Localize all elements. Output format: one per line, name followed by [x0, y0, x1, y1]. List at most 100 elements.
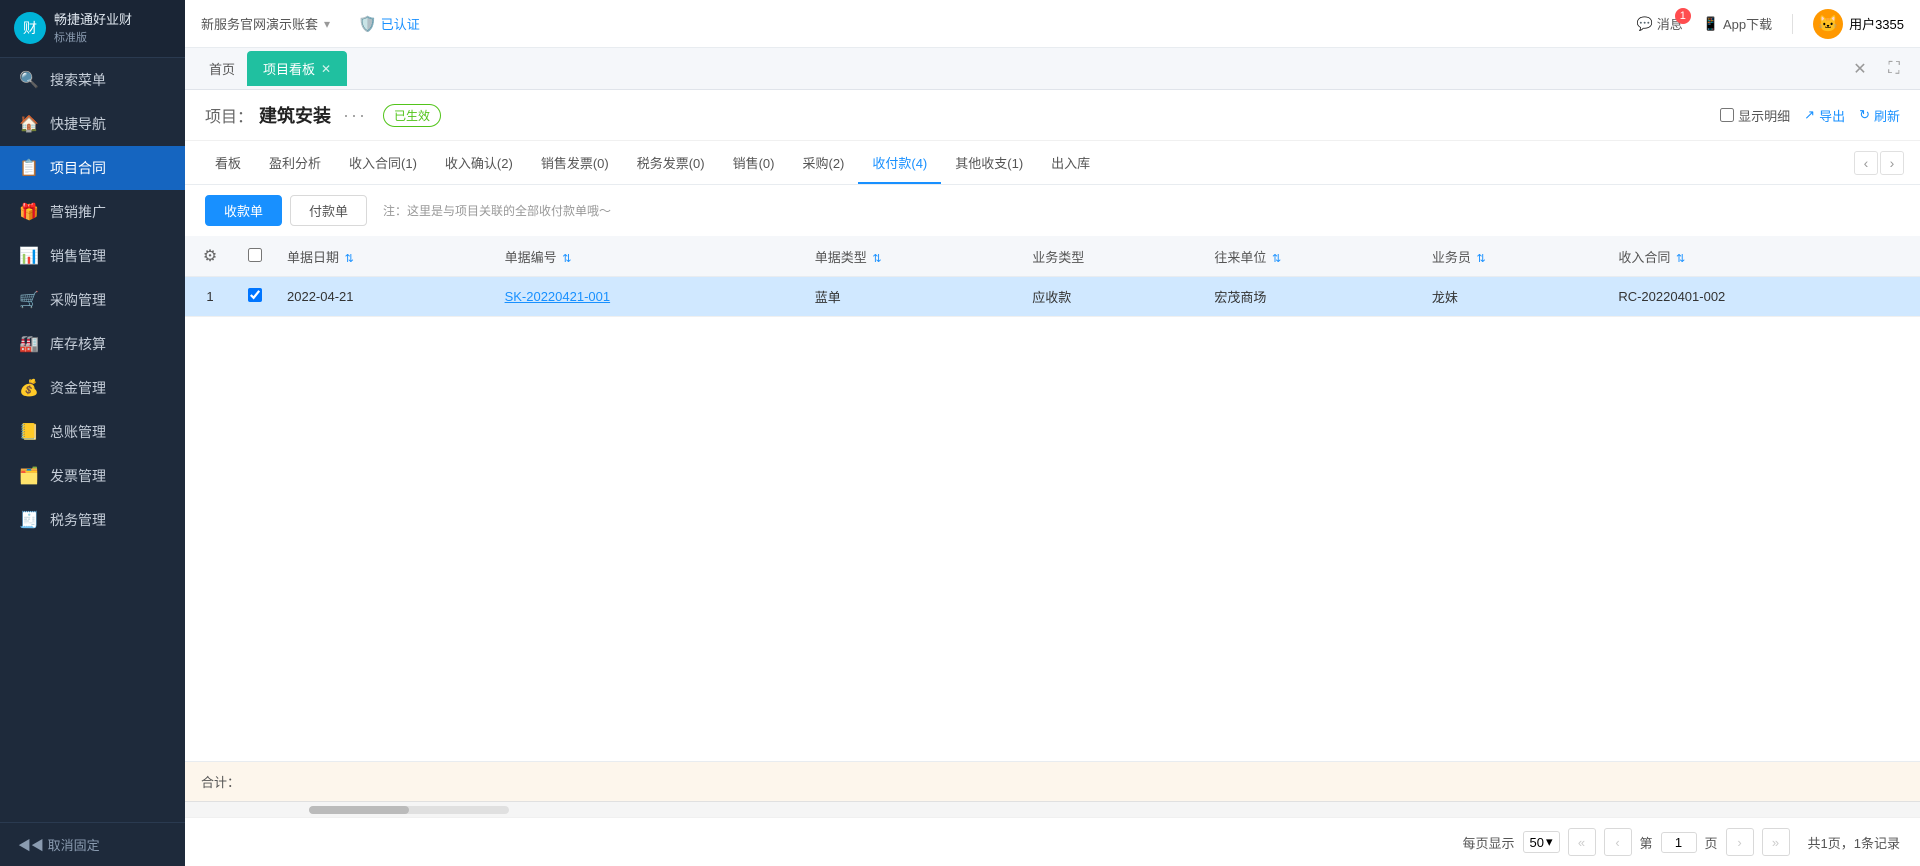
first-page-button[interactable]: « — [1568, 828, 1596, 856]
settings-icon[interactable]: ⚙ — [203, 248, 217, 265]
nav-next-arrow[interactable]: › — [1880, 151, 1904, 175]
tab-project-board[interactable]: 项目看板 ✕ — [247, 51, 347, 86]
col-number[interactable]: 单据编号 ⇅ — [493, 236, 803, 277]
page-size-chevron: ▾ — [1546, 834, 1553, 850]
tab-other-expense[interactable]: 其他收支(1) — [941, 143, 1037, 184]
col-type[interactable]: 单据类型 ⇅ — [803, 236, 1021, 277]
sub-tab-bar: 收款单 付款单 注：这里是与项目关联的全部收付款单哦～ — [185, 185, 1920, 236]
nav-prev-arrow[interactable]: ‹ — [1854, 151, 1878, 175]
show-detail-checkbox-label[interactable]: 显示明细 — [1720, 106, 1790, 125]
show-detail-checkbox[interactable] — [1720, 108, 1734, 122]
horizontal-scrollbar-thumb[interactable] — [309, 806, 409, 814]
sort-income-contract-icon: ⇅ — [1676, 253, 1685, 265]
col-partner-label: 往来单位 — [1214, 250, 1266, 265]
receipt-tab-button[interactable]: 收款单 — [205, 195, 282, 226]
sidebar-item-ledger[interactable]: 📒 总账管理 — [0, 410, 185, 454]
sidebar-item-inventory[interactable]: 🏭 库存核算 — [0, 322, 185, 366]
user-avatar: 🐱 — [1813, 9, 1843, 39]
row-number-link[interactable]: SK-20220421-001 — [505, 289, 611, 304]
payment-tab-button[interactable]: 付款单 — [290, 195, 367, 226]
row-number: 1 — [206, 289, 213, 304]
nav-arrows: ‹ › — [1854, 151, 1904, 175]
sidebar-item-label-purchase: 采购管理 — [50, 290, 106, 310]
tab-home-label: 首页 — [209, 62, 235, 77]
tab-inout[interactable]: 出入库 — [1037, 143, 1104, 184]
tab-home[interactable]: 首页 — [197, 51, 247, 86]
export-button[interactable]: ↗ 导出 — [1804, 106, 1845, 125]
tab-sales[interactable]: 销售(0) — [719, 143, 789, 184]
col-income-contract[interactable]: 收入合同 ⇅ — [1606, 236, 1920, 277]
app-download-button[interactable]: 📱 App下载 — [1703, 14, 1772, 33]
tab-purchase-label: 采购(2) — [802, 156, 844, 171]
tab-close-icon[interactable]: ✕ — [321, 62, 331, 76]
sidebar-item-label-project: 项目合同 — [50, 158, 106, 178]
receipts-table: ⚙ 单据日期 ⇅ 单据编号 ⇅ — [185, 236, 1920, 317]
tab-profit-label: 盈利分析 — [269, 156, 321, 171]
row-date: 2022-04-21 — [287, 289, 354, 304]
col-settings: ⚙ — [185, 236, 235, 277]
mobile-icon: 📱 — [1703, 16, 1719, 32]
tab-kanban[interactable]: 看板 — [201, 143, 255, 184]
cell-partner: 宏茂商场 — [1202, 277, 1420, 317]
tab-sales-invoice[interactable]: 销售发票(0) — [527, 143, 623, 184]
sales-icon: 📊 — [18, 245, 40, 267]
sidebar-item-label-search: 搜索菜单 — [50, 70, 106, 90]
sidebar-item-project[interactable]: 📋 项目合同 — [0, 146, 185, 190]
message-button[interactable]: 💬 消息 1 — [1637, 14, 1683, 33]
table-row[interactable]: 1 2022-04-21 SK-20220421-001 蓝单 — [185, 277, 1920, 317]
page-more-icon[interactable]: ··· — [343, 105, 367, 126]
tab-receipt-label: 收付款(4) — [872, 156, 927, 171]
sort-partner-icon: ⇅ — [1272, 253, 1281, 265]
user-area[interactable]: 🐱 用户3355 — [1813, 9, 1904, 39]
sidebar-unpin-button[interactable]: ◀◀ 取消固定 — [0, 822, 185, 866]
content-area: 首页 项目看板 ✕ ✕ ⛶ 项目： 建筑安装 ··· 已生效 显示明细 — [185, 48, 1920, 866]
app-download-label: App下载 — [1723, 14, 1772, 33]
sidebar-item-search[interactable]: 🔍 搜索菜单 — [0, 58, 185, 102]
row-checkbox[interactable] — [248, 288, 262, 302]
sidebar-item-label-quicknav: 快捷导航 — [50, 114, 106, 134]
tab-purchase[interactable]: 采购(2) — [788, 143, 858, 184]
last-page-button[interactable]: » — [1762, 828, 1790, 856]
tab-profit[interactable]: 盈利分析 — [255, 143, 335, 184]
sidebar-item-tax[interactable]: 🧾 税务管理 — [0, 498, 185, 542]
tab-income-confirm[interactable]: 收入确认(2) — [431, 143, 527, 184]
page-number-input[interactable] — [1661, 832, 1697, 853]
last-page-icon: » — [1772, 835, 1779, 850]
col-partner[interactable]: 往来单位 ⇅ — [1202, 236, 1420, 277]
tab-income-contract[interactable]: 收入合同(1) — [335, 143, 431, 184]
table-body: 1 2022-04-21 SK-20220421-001 蓝单 — [185, 277, 1920, 317]
page-word: 第 — [1640, 833, 1653, 852]
shield-icon: 🛡️ — [358, 15, 377, 33]
next-page-button[interactable]: › — [1726, 828, 1754, 856]
sidebar-item-purchase[interactable]: 🛒 采购管理 — [0, 278, 185, 322]
tab-income-confirm-label: 收入确认(2) — [445, 156, 513, 171]
sidebar-item-finance[interactable]: 💰 资金管理 — [0, 366, 185, 410]
window-maximize-button[interactable]: ⛶ — [1880, 55, 1908, 83]
tab-receipt[interactable]: 收付款(4) — [858, 143, 941, 184]
cell-date: 2022-04-21 — [275, 277, 493, 317]
invoice-icon: 🗂️ — [18, 465, 40, 487]
prev-page-button[interactable]: ‹ — [1604, 828, 1632, 856]
demo-account-selector[interactable]: 新服务官网演示账套 ▾ — [201, 14, 330, 33]
sidebar-item-sales[interactable]: 📊 销售管理 — [0, 234, 185, 278]
tab-inout-label: 出入库 — [1051, 156, 1090, 171]
cell-type: 蓝单 — [803, 277, 1021, 317]
col-type-label: 单据类型 — [815, 250, 867, 265]
window-close-button[interactable]: ✕ — [1846, 55, 1874, 83]
sidebar-item-invoice[interactable]: 🗂️ 发票管理 — [0, 454, 185, 498]
sidebar-item-quicknav[interactable]: 🏠 快捷导航 — [0, 102, 185, 146]
refresh-button[interactable]: ↻ 刷新 — [1859, 106, 1900, 125]
tab-tax-invoice[interactable]: 税务发票(0) — [623, 143, 719, 184]
select-all-checkbox[interactable] — [248, 248, 262, 262]
tab-tax-invoice-label: 税务发票(0) — [637, 156, 705, 171]
sidebar-scroll: 🔍 搜索菜单 🏠 快捷导航 📋 项目合同 🎁 营销推广 📊 销售管理 🛒 采购管… — [0, 58, 185, 822]
sidebar-item-label-sales: 销售管理 — [50, 246, 106, 266]
sidebar-item-marketing[interactable]: 🎁 营销推广 — [0, 190, 185, 234]
page-size-selector[interactable]: 50 ▾ — [1523, 831, 1560, 853]
table-header-row: ⚙ 单据日期 ⇅ 单据编号 ⇅ — [185, 236, 1920, 277]
sort-salesman-icon: ⇅ — [1477, 253, 1486, 265]
export-icon: ↗ — [1804, 107, 1815, 123]
col-salesman[interactable]: 业务员 ⇅ — [1420, 236, 1606, 277]
col-date[interactable]: 单据日期 ⇅ — [275, 236, 493, 277]
horizontal-scrollbar-track[interactable] — [309, 806, 509, 814]
